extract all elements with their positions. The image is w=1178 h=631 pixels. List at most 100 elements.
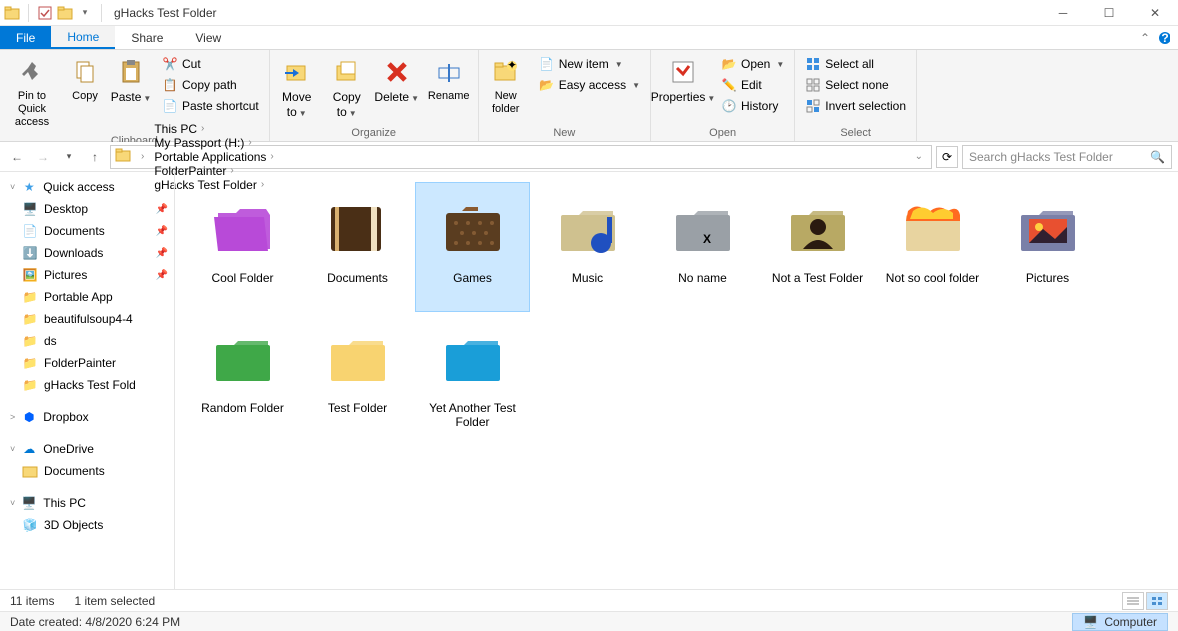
edit-button[interactable]: ✏️Edit (717, 75, 788, 95)
address-bar[interactable]: › This PC›My Passport (H:)›Portable Appl… (110, 145, 932, 169)
nav-item-ds[interactable]: 📁ds (0, 330, 174, 352)
folder-label: Not so cool folder (886, 271, 979, 285)
nav-this-pc[interactable]: ˅🖥️This PC (0, 492, 174, 514)
folder-item-documents[interactable]: Documents (300, 182, 415, 312)
nav-item-beautifulsoup4-4[interactable]: 📁beautifulsoup4-4 (0, 308, 174, 330)
folder-item-games[interactable]: Games (415, 182, 530, 312)
pin-icon (16, 56, 48, 88)
up-button[interactable]: ↑ (84, 146, 106, 168)
easy-access-button[interactable]: 📂Easy access▼ (535, 75, 644, 95)
breadcrumb-1[interactable]: My Passport (H:)› (150, 136, 277, 150)
invert-selection-button[interactable]: Invert selection (801, 96, 910, 116)
date-created: Date created: 4/8/2020 6:24 PM (10, 615, 180, 629)
view-icons-button[interactable] (1146, 592, 1168, 610)
crumb-root[interactable]: › (133, 151, 148, 162)
content-pane[interactable]: Cool FolderDocumentsGamesMusicXNo name No… (175, 172, 1178, 589)
cut-button[interactable]: ✂️Cut (158, 54, 263, 74)
forward-button[interactable]: → (32, 146, 54, 168)
copy-path-icon: 📋 (162, 77, 178, 93)
recent-dropdown[interactable]: ▾ (58, 146, 80, 168)
close-button[interactable]: ✕ (1132, 0, 1178, 26)
folder-item-music[interactable]: Music (530, 182, 645, 312)
pin-quick-access-button[interactable]: Pin to Quick access (4, 52, 60, 134)
paste-button[interactable]: Paste▼ (110, 52, 152, 109)
collapse-ribbon-icon[interactable]: ⌃ (1132, 26, 1158, 49)
nav-3d-objects[interactable]: 🧊3D Objects (0, 514, 174, 536)
copy-button[interactable]: Copy (64, 52, 106, 107)
nav-item-pictures[interactable]: 🖼️Pictures📌 (0, 264, 174, 286)
3d-icon: 🧊 (22, 517, 38, 533)
folder-item-no-name[interactable]: XNo name (645, 182, 760, 312)
tab-file[interactable]: File (0, 26, 51, 49)
copy-to-button[interactable]: Copy to▼ (324, 52, 370, 124)
svg-text:✦: ✦ (507, 58, 517, 72)
folder-item-pictures[interactable]: Pictures (990, 182, 1105, 312)
folder-item-cool-folder[interactable]: Cool Folder (185, 182, 300, 312)
tab-home[interactable]: Home (51, 26, 115, 49)
star-icon: ★ (21, 179, 37, 195)
rename-button[interactable]: Rename (424, 52, 474, 107)
folder-icon (203, 319, 283, 399)
delete-icon (381, 56, 413, 88)
delete-button[interactable]: Delete▼ (374, 52, 420, 109)
folder-item-yet-another-test-folder[interactable]: Yet Another Test Folder (415, 312, 530, 442)
scissors-icon: ✂️ (162, 56, 178, 72)
history-button[interactable]: 🕑History (717, 96, 788, 116)
properties-button[interactable]: Properties▼ (655, 52, 711, 109)
select-none-button[interactable]: Select none (801, 75, 910, 95)
nav-quick-access[interactable]: ˅★Quick access (0, 176, 174, 198)
nav-item-downloads[interactable]: ⬇️Downloads📌 (0, 242, 174, 264)
nav-icon: 📁 (22, 289, 38, 305)
search-placeholder: Search gHacks Test Folder (969, 150, 1113, 164)
history-icon: 🕑 (721, 98, 737, 114)
nav-item-desktop[interactable]: 🖥️Desktop📌 (0, 198, 174, 220)
tab-share[interactable]: Share (115, 26, 179, 49)
pin-icon: 📌 (156, 204, 168, 215)
move-to-button[interactable]: Move to▼ (274, 52, 320, 124)
copy-path-button[interactable]: 📋Copy path (158, 75, 263, 95)
folder-label: Not a Test Folder (772, 271, 863, 285)
select-all-button[interactable]: Select all (801, 54, 910, 74)
new-folder-button[interactable]: ✦ New folder (483, 52, 529, 120)
refresh-button[interactable]: ⟳ (936, 146, 958, 168)
qat-dropdown-icon[interactable]: ▾ (77, 5, 93, 21)
move-icon (281, 56, 313, 88)
minimize-button[interactable]: ─ (1040, 0, 1086, 26)
nav-item-folderpainter[interactable]: 📁FolderPainter (0, 352, 174, 374)
group-select: Select all Select none Invert selection … (795, 50, 917, 141)
folder-icon (893, 189, 973, 269)
new-item-button[interactable]: 📄New item▼ (535, 54, 644, 74)
folder-item-not-a-test-folder[interactable]: Not a Test Folder (760, 182, 875, 312)
computer-indicator[interactable]: 🖥️Computer (1072, 613, 1168, 631)
tab-view[interactable]: View (179, 26, 237, 49)
open-button[interactable]: 📂Open▼ (717, 54, 788, 74)
folder-item-random-folder[interactable]: Random Folder (185, 312, 300, 442)
edit-icon: ✏️ (721, 77, 737, 93)
address-dropdown-icon[interactable]: ⌄ (911, 151, 927, 162)
nav-item-portable-app[interactable]: 📁Portable App (0, 286, 174, 308)
nav-onedrive[interactable]: ˅☁OneDrive (0, 438, 174, 460)
help-icon[interactable]: ? (1158, 26, 1178, 49)
folder-item-test-folder[interactable]: Test Folder (300, 312, 415, 442)
nav-icon: ⬇️ (22, 245, 38, 261)
folder-icon-small[interactable] (57, 5, 73, 21)
pin-icon: 📌 (156, 248, 168, 259)
nav-dropbox[interactable]: ˃⬢Dropbox (0, 406, 174, 428)
breadcrumb-2[interactable]: Portable Applications› (150, 150, 277, 164)
back-button[interactable]: ← (6, 146, 28, 168)
search-box[interactable]: Search gHacks Test Folder 🔍 (962, 145, 1172, 169)
ribbon-tabs: File Home Share View ⌃ ? (0, 26, 1178, 50)
nav-item-ghacks-test-fold[interactable]: 📁gHacks Test Fold (0, 374, 174, 396)
nav-onedrive-documents[interactable]: Documents (0, 460, 174, 482)
paste-shortcut-button[interactable]: 📄Paste shortcut (158, 96, 263, 116)
folder-item-not-so-cool-folder[interactable]: Not so cool folder (875, 182, 990, 312)
maximize-button[interactable]: ☐ (1086, 0, 1132, 26)
address-row: ← → ▾ ↑ › This PC›My Passport (H:)›Porta… (0, 142, 1178, 172)
folder-icon (318, 189, 398, 269)
monitor-icon: 🖥️ (1083, 615, 1098, 629)
checkbox-icon[interactable] (37, 5, 53, 21)
view-details-button[interactable] (1122, 592, 1144, 610)
breadcrumb-0[interactable]: This PC› (150, 122, 277, 136)
nav-item-documents[interactable]: 📄Documents📌 (0, 220, 174, 242)
nav-icon: 🖥️ (22, 201, 38, 217)
